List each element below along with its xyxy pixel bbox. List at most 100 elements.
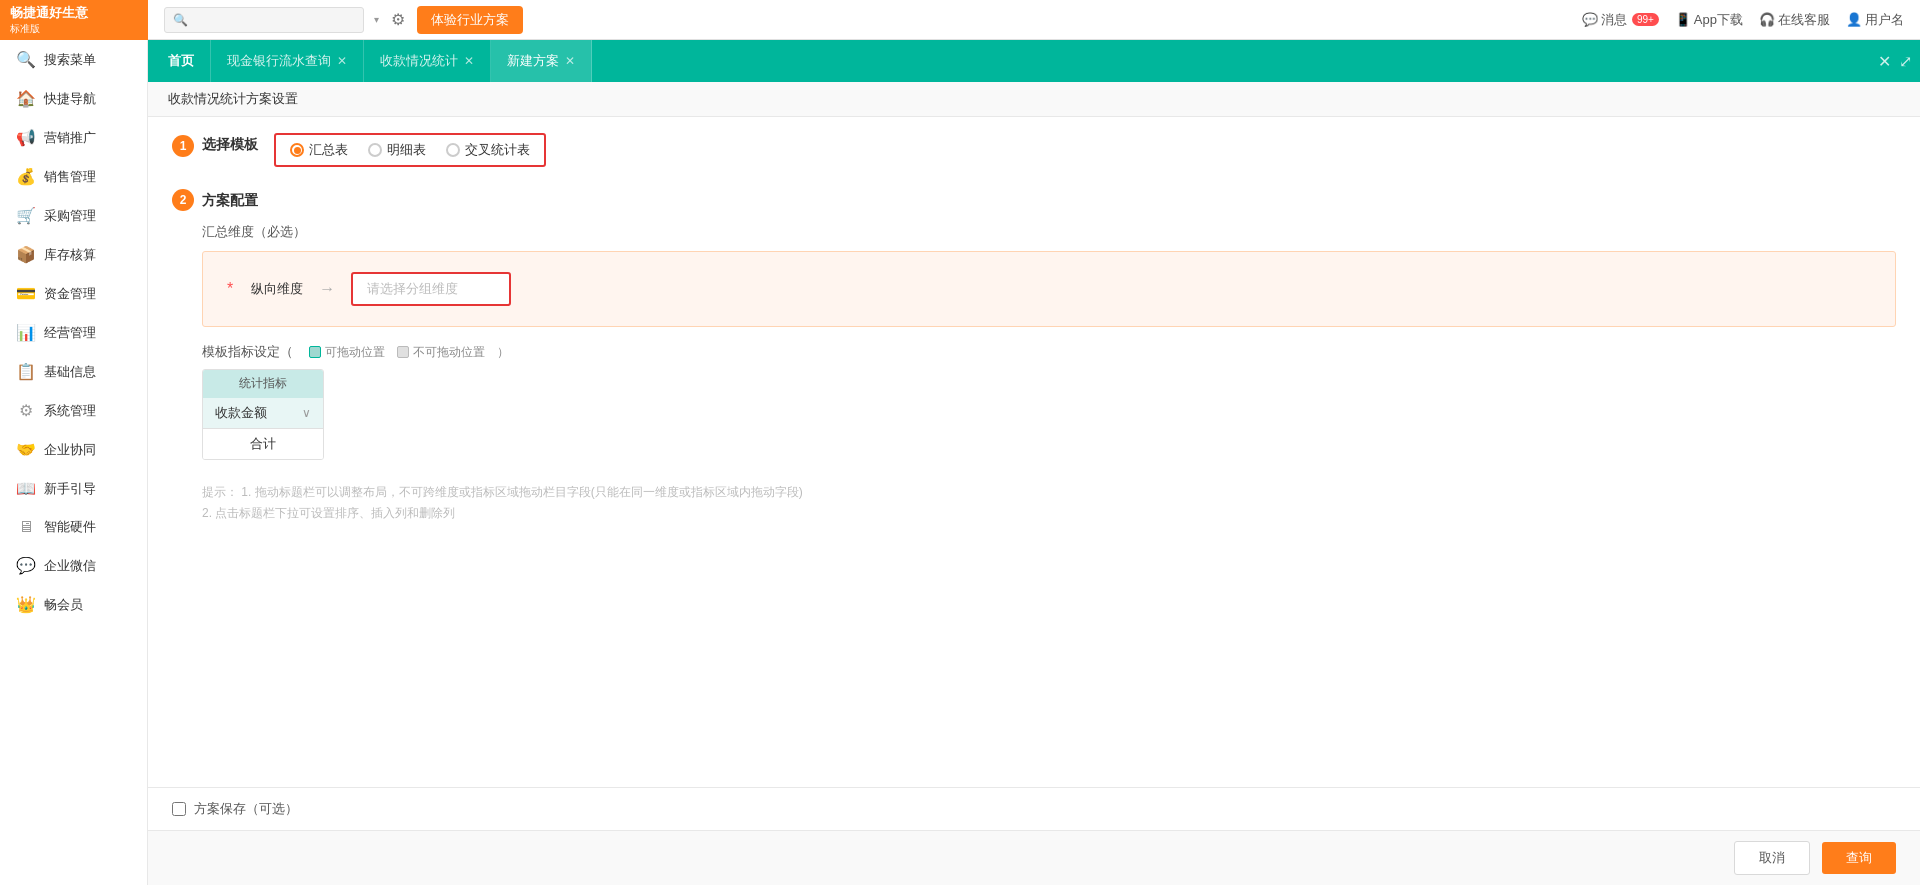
sidebar-item-purchase[interactable]: 🛒 采购管理 <box>0 196 147 235</box>
sidebar-item-guide[interactable]: 📖 新手引导 <box>0 469 147 508</box>
support-item[interactable]: 🎧 在线客服 <box>1759 11 1830 29</box>
tips-section: 提示： 1. 拖动标题栏可以调整布局，不可跨维度或指标区域拖动栏目字段(只能在同… <box>202 484 1896 522</box>
search-bar[interactable]: 🔍 <box>164 7 364 33</box>
sidebar-item-operations[interactable]: 📊 经营管理 <box>0 313 147 352</box>
sidebar-item-wechat[interactable]: 💬 企业微信 <box>0 546 147 585</box>
sidebar-item-hardware[interactable]: 🖥 智能硬件 <box>0 508 147 546</box>
indicator-legend: 可拖动位置 不可拖动位置 ） <box>309 344 509 361</box>
tab-collection-close-icon[interactable]: ✕ <box>464 54 474 68</box>
tab-new-plan[interactable]: 新建方案 ✕ <box>491 40 592 82</box>
section1-num: 1 <box>172 135 194 157</box>
operations-icon: 📊 <box>16 323 36 342</box>
section2-label: 方案配置 <box>202 192 258 210</box>
sidebar-item-finance[interactable]: 💳 资金管理 <box>0 274 147 313</box>
sidebar-item-label: 经营管理 <box>44 324 96 342</box>
sidebar-item-label: 营销推广 <box>44 129 96 147</box>
section2-num: 2 <box>172 189 194 211</box>
logo-area: 畅捷通好生意 标准版 <box>0 0 148 40</box>
tab-new-plan-close-icon[interactable]: ✕ <box>565 54 575 68</box>
tab-collection-stat[interactable]: 收款情况统计 ✕ <box>364 40 491 82</box>
notification-icon: 💬 <box>1582 12 1598 27</box>
download-icon: 📱 <box>1675 12 1691 27</box>
vertical-dim-label: 纵向维度 <box>251 280 303 298</box>
sidebar-item-sales[interactable]: 💰 销售管理 <box>0 157 147 196</box>
breadcrumb-text: 收款情况统计方案设置 <box>168 91 298 106</box>
sidebar-item-label: 库存核算 <box>44 246 96 264</box>
notification-item[interactable]: 💬 消息 99+ <box>1582 11 1659 29</box>
legend-draggable-box <box>309 346 321 358</box>
sidebar-item-home[interactable]: 🏠 快捷导航 <box>0 79 147 118</box>
radio-summary[interactable]: 汇总表 <box>290 141 348 159</box>
tips-prefix-label: 提示： <box>202 485 238 499</box>
legend-fixed-label: 不可拖动位置 <box>413 344 485 361</box>
industry-btn[interactable]: 体验行业方案 <box>417 6 523 34</box>
search-icon: 🔍 <box>16 50 36 69</box>
sidebar-item-basic[interactable]: 📋 基础信息 <box>0 352 147 391</box>
sidebar-item-marketing[interactable]: 📢 营销推广 <box>0 118 147 157</box>
tab-close-window-icon[interactable]: ✕ <box>1878 52 1891 71</box>
sidebar-item-enterprise[interactable]: 🤝 企业协同 <box>0 430 147 469</box>
search-dropdown-arrow[interactable]: ▾ <box>374 14 379 25</box>
sidebar-item-search[interactable]: 🔍 搜索菜单 <box>0 40 147 79</box>
tab-cash-close-icon[interactable]: ✕ <box>337 54 347 68</box>
indicator-header: 模板指标设定（ 可拖动位置 不可拖动位置 <box>202 343 1896 361</box>
system-icon: ⚙ <box>16 401 36 420</box>
sidebar-item-label: 快捷导航 <box>44 90 96 108</box>
user-label: 用户名 <box>1865 11 1904 29</box>
sidebar-item-system[interactable]: ⚙ 系统管理 <box>0 391 147 430</box>
tab-home[interactable]: 首页 <box>152 40 211 82</box>
tab-collection-label: 收款情况统计 <box>380 52 458 70</box>
basic-icon: 📋 <box>16 362 36 381</box>
sidebar-item-label: 系统管理 <box>44 402 96 420</box>
purchase-icon: 🛒 <box>16 206 36 225</box>
sidebar-item-member[interactable]: 👑 畅会员 <box>0 585 147 624</box>
cancel-button[interactable]: 取消 <box>1734 841 1810 875</box>
tab-cash-label: 现金银行流水查询 <box>227 52 331 70</box>
legend-draggable-label: 可拖动位置 <box>325 344 385 361</box>
enterprise-icon: 🤝 <box>16 440 36 459</box>
dimension-area: * 纵向维度 → 请选择分组维度 <box>202 251 1896 327</box>
sidebar-item-label: 采购管理 <box>44 207 96 225</box>
sidebar-item-label: 搜索菜单 <box>44 51 96 69</box>
indicator-row-label: 合计 <box>250 436 276 451</box>
section1-label: 选择模板 <box>202 136 258 154</box>
tab-expand-icon[interactable]: ⤢ <box>1899 52 1912 71</box>
section2: 2 方案配置 汇总维度（必选） * 纵向维度 → <box>172 187 1896 526</box>
indicator-cell-amount[interactable]: 收款金额 ∨ <box>203 397 323 428</box>
sidebar-item-label: 新手引导 <box>44 480 96 498</box>
user-item[interactable]: 👤 用户名 <box>1846 11 1904 29</box>
dim-select-placeholder: 请选择分组维度 <box>367 280 458 298</box>
finance-icon: 💳 <box>16 284 36 303</box>
settings-icon[interactable]: ⚙ <box>389 11 407 29</box>
sidebar-item-label: 畅会员 <box>44 596 83 614</box>
legend-close-paren: ） <box>497 344 509 361</box>
tab-home-label: 首页 <box>168 52 194 70</box>
download-item[interactable]: 📱 App下载 <box>1675 11 1743 29</box>
radio-detail-label: 明细表 <box>387 141 426 159</box>
tab-cash-query[interactable]: 现金银行流水查询 ✕ <box>211 40 364 82</box>
user-icon: 👤 <box>1846 12 1862 27</box>
wechat-icon: 💬 <box>16 556 36 575</box>
indicator-table-header: 统计指标 <box>203 370 323 397</box>
save-checkbox[interactable] <box>172 802 186 816</box>
sidebar-item-inventory[interactable]: 📦 库存核算 <box>0 235 147 274</box>
group-dim-select[interactable]: 请选择分组维度 <box>351 272 511 306</box>
radio-detail-circle <box>368 143 382 157</box>
indicator-label: 模板指标设定（ <box>202 343 293 361</box>
cell-dropdown-icon[interactable]: ∨ <box>302 406 311 420</box>
support-icon: 🎧 <box>1759 12 1775 27</box>
indicator-cell-amount-label: 收款金额 <box>215 404 267 422</box>
brand-sub: 标准版 <box>10 22 88 36</box>
radio-cross-label: 交叉统计表 <box>465 141 530 159</box>
radio-cross[interactable]: 交叉统计表 <box>446 141 530 159</box>
indicator-section: 模板指标设定（ 可拖动位置 不可拖动位置 <box>202 343 1896 464</box>
sidebar-item-label: 基础信息 <box>44 363 96 381</box>
support-label: 在线客服 <box>1778 11 1830 29</box>
notification-count: 99+ <box>1632 13 1659 26</box>
subsection-label: 汇总维度（必选） <box>202 223 1896 241</box>
radio-detail[interactable]: 明细表 <box>368 141 426 159</box>
legend-fixed-box <box>397 346 409 358</box>
legend-draggable: 可拖动位置 <box>309 344 385 361</box>
query-button[interactable]: 查询 <box>1822 842 1896 874</box>
tips-prefix: 提示： 1. 拖动标题栏可以调整布局，不可跨维度或指标区域拖动栏目字段(只能在同… <box>202 484 1896 501</box>
